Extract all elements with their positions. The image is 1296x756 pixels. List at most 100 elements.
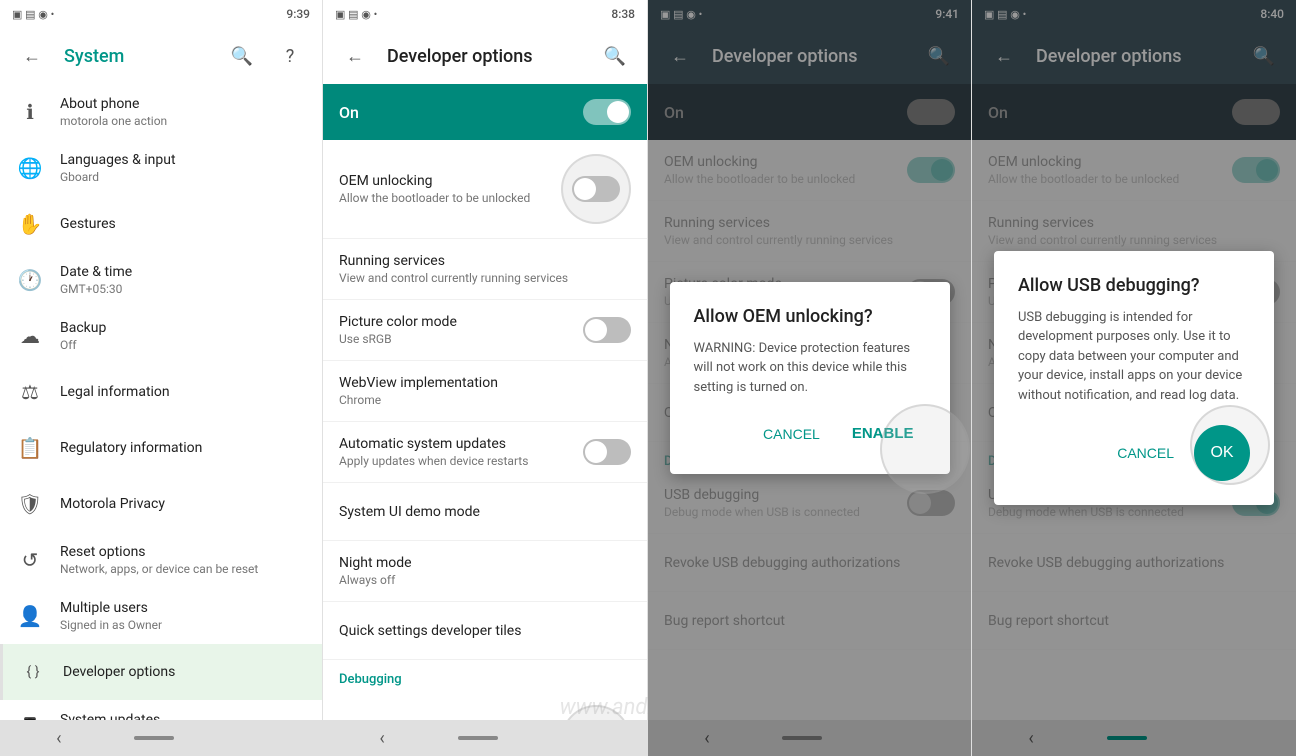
autoupdates-toggle-thumb-2 [585, 441, 607, 463]
users-title: Multiple users [60, 600, 306, 616]
oem-dialog-title: Allow OEM unlocking? [694, 306, 926, 327]
datetime-subtitle: GMT+05:30 [60, 282, 306, 296]
demo-title-2: System UI demo mode [339, 504, 631, 520]
settings-item-legal[interactable]: ⚖ Legal information [0, 364, 322, 420]
debugging-header-2: Debugging [323, 660, 647, 691]
about-subtitle: motorola one action [60, 114, 306, 128]
privacy-title: Motorola Privacy [60, 496, 306, 512]
color-title-2: Picture color mode [339, 314, 583, 330]
usb-cancel-button[interactable]: Cancel [1105, 425, 1186, 481]
status-bar-2: ▣ ▤ ◉ • 8:38 [323, 0, 647, 28]
users-icon: 👤 [16, 602, 44, 630]
oem-toggle-container-2 [561, 154, 631, 224]
status-bar-1: ▣ ▤ ◉ • 9:39 [0, 0, 322, 28]
datetime-icon: 🕐 [16, 266, 44, 294]
oem-dialog: Allow OEM unlocking? WARNING: Device pro… [670, 282, 950, 475]
dev-item-qstiles-2[interactable]: Quick settings developer tiles [323, 602, 647, 660]
settings-item-regulatory[interactable]: 📋 Regulatory information [0, 420, 322, 476]
developer-title: Developer options [63, 664, 306, 680]
qstiles-title-2: Quick settings developer tiles [339, 623, 631, 639]
backup-subtitle: Off [60, 338, 306, 352]
legal-title: Legal information [60, 384, 306, 400]
autoupdates-title-2: Automatic system updates [339, 436, 583, 452]
gestures-title: Gestures [60, 216, 306, 232]
oem-toggle-thumb-2 [574, 178, 596, 200]
about-title: About phone [60, 96, 306, 112]
settings-item-gestures[interactable]: ✋ Gestures [0, 196, 322, 252]
app-title-1: System [64, 46, 210, 67]
dev-item-oem-2[interactable]: OEM unlocking Allow the bootloader to be… [323, 140, 647, 239]
settings-item-users[interactable]: 👤 Multiple users Signed in as Owner [0, 588, 322, 644]
back-button-2[interactable]: ← [339, 40, 371, 72]
settings-item-about[interactable]: ℹ About phone motorola one action [0, 84, 322, 140]
panel-system-settings: ▣ ▤ ◉ • 9:39 ← System 🔍 ? ℹ About phone … [0, 0, 323, 756]
nightmode-title-2: Night mode [339, 555, 631, 571]
dev-item-nightmode-2[interactable]: Night mode Always off [323, 541, 647, 602]
usb-ok-button[interactable]: OK [1194, 425, 1250, 481]
oem-toggle-2[interactable] [572, 176, 620, 202]
enable-circle-highlight [880, 404, 970, 494]
dev-title-2: Developer options [387, 46, 583, 67]
dev-item-running-2[interactable]: Running services View and control curren… [323, 239, 647, 300]
developer-icon: { } [19, 658, 47, 686]
panel-developer-options: ▣ ▤ ◉ • 8:38 ← Developer options 🔍 On OE… [323, 0, 648, 756]
reset-subtitle: Network, apps, or device can be reset [60, 562, 306, 576]
help-button-1[interactable]: ? [274, 40, 306, 72]
on-toggle-2[interactable] [583, 99, 631, 125]
usb-toggle-circle-2 [561, 705, 631, 720]
backup-title: Backup [60, 320, 306, 336]
back-nav-2[interactable]: ‹ [379, 728, 384, 749]
usb-dialog-overlay[interactable]: Allow USB debugging? USB debugging is in… [972, 0, 1296, 756]
panel-developer-oem-dialog: ▣ ▤ ◉ • 9:41 ← Developer options 🔍 On OE… [648, 0, 972, 756]
on-row-2[interactable]: On [323, 84, 647, 140]
color-toggle-2[interactable] [583, 317, 631, 343]
languages-title: Languages & input [60, 152, 306, 168]
settings-item-backup[interactable]: ☁ Backup Off [0, 308, 322, 364]
back-button-1[interactable]: ← [16, 40, 48, 72]
status-time-1: 9:39 [286, 7, 310, 21]
usb-toggle-container-2 [561, 705, 631, 720]
reset-title: Reset options [60, 544, 306, 560]
settings-item-datetime[interactable]: 🕐 Date & time GMT+05:30 [0, 252, 322, 308]
settings-item-updates[interactable]: 📱 System updates Updated to Android 9 [0, 700, 322, 720]
usb-dialog-actions: Cancel OK [1018, 425, 1250, 481]
home-nav-2[interactable] [458, 736, 498, 740]
dev-item-autoupdates-2[interactable]: Automatic system updates Apply updates w… [323, 422, 647, 483]
nightmode-subtitle-2: Always off [339, 573, 631, 587]
search-button-2[interactable]: 🔍 [599, 40, 631, 72]
settings-item-reset[interactable]: ↺ Reset options Network, apps, or device… [0, 532, 322, 588]
dev-item-color-2[interactable]: Picture color mode Use sRGB [323, 300, 647, 361]
dev-item-webview-2[interactable]: WebView implementation Chrome [323, 361, 647, 422]
autoupdates-toggle-2[interactable] [583, 439, 631, 465]
oem-dialog-body: WARNING: Device protection features will… [694, 339, 926, 398]
on-label-2: On [339, 103, 583, 122]
settings-item-languages[interactable]: 🌐 Languages & input Gboard [0, 140, 322, 196]
settings-item-developer[interactable]: { } Developer options [0, 644, 322, 700]
status-time-2: 8:38 [611, 7, 635, 21]
gestures-icon: ✋ [16, 210, 44, 238]
ok-circle-container: OK [1194, 425, 1250, 481]
settings-list: ℹ About phone motorola one action 🌐 Lang… [0, 84, 322, 720]
status-icons-2: ▣ ▤ ◉ • [335, 8, 377, 21]
users-subtitle: Signed in as Owner [60, 618, 306, 632]
dev-item-demo-2[interactable]: System UI demo mode [323, 483, 647, 541]
home-nav-1[interactable] [134, 736, 174, 740]
webview-title-2: WebView implementation [339, 375, 631, 391]
datetime-title: Date & time [60, 264, 306, 280]
oem-subtitle-2: Allow the bootloader to be unlocked [339, 191, 561, 205]
usb-dialog-title: Allow USB debugging? [1018, 275, 1250, 296]
regulatory-icon: 📋 [16, 434, 44, 462]
bottom-nav-2: ‹ [323, 720, 647, 756]
back-nav-1[interactable]: ‹ [56, 728, 61, 749]
oem-cancel-button[interactable]: Cancel [751, 417, 832, 450]
settings-item-privacy[interactable]: 🛡 Motorola Privacy [0, 476, 322, 532]
usb-dialog-body: USB debugging is intended for developmen… [1018, 308, 1250, 406]
privacy-icon: 🛡 [16, 490, 44, 518]
search-button-1[interactable]: 🔍 [226, 40, 258, 72]
oem-dialog-overlay[interactable]: Allow OEM unlocking? WARNING: Device pro… [648, 0, 971, 756]
running-subtitle-2: View and control currently running servi… [339, 271, 631, 285]
running-title-2: Running services [339, 253, 631, 269]
dev-item-usb-2[interactable]: USB debugging Debug mode when USB is con… [323, 691, 647, 720]
oem-title-2: OEM unlocking [339, 173, 561, 189]
panel-developer-usb-dialog: ▣ ▤ ◉ • 8:40 ← Developer options 🔍 On OE… [972, 0, 1296, 756]
